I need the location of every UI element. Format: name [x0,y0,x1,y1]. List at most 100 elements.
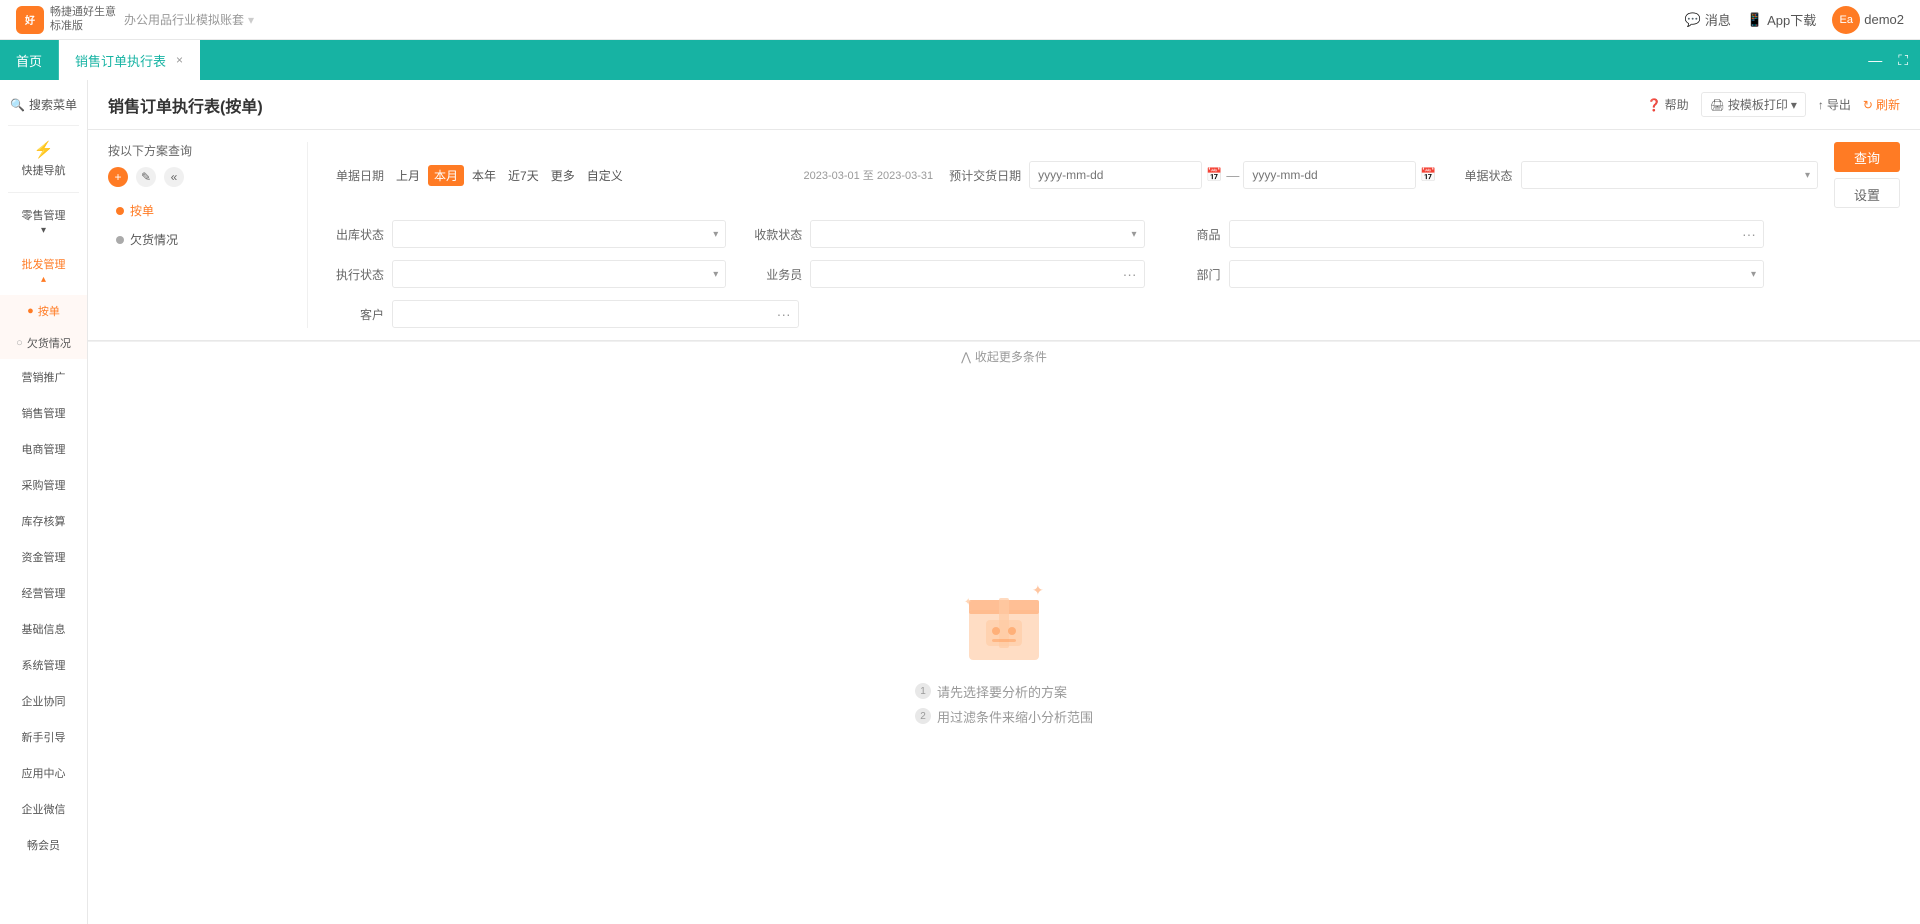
sidebar-item-member[interactable]: 畅会员 [0,827,87,863]
customer-input[interactable] [392,300,799,328]
this-month-shortcut[interactable]: 本月 [428,165,464,186]
calendar-start-icon[interactable]: 📅 [1206,167,1222,183]
customer-more-icon[interactable]: ··· [777,306,791,322]
logo-text: 畅捷通好生意 标准版 [50,6,116,32]
tab-maximize-icon[interactable]: ⛶ [1894,48,1912,73]
salesperson-more-icon[interactable]: ··· [1123,266,1137,282]
dept-control: ▾ [1229,260,1764,288]
payment-status-select[interactable] [810,220,1144,248]
page-header: 销售订单执行表(按单) ❓ 帮助 🖨 按模板打印 ▾ ↑ 导出 ↻ 刷新 [88,80,1920,130]
filter-item-dept: 部门 ▾ [1161,260,1764,288]
page-header-actions: ❓ 帮助 🖨 按模板打印 ▾ ↑ 导出 ↻ 刷新 [1647,92,1900,117]
message-button[interactable]: 💬 消息 [1685,10,1731,29]
status-select[interactable] [1521,161,1818,189]
sidebar-item-quick-nav[interactable]: ⚡ 快捷导航 [0,130,87,188]
date-range-display: 2023-03-01 至 2023-03-31 [803,167,933,183]
date-shortcuts: 上月 本月 本年 近7天 更多 自定义 [392,165,795,186]
expected-date-start-input[interactable] [1029,161,1202,189]
sidebar-item-wholesale[interactable]: 批发管理 ▴ [0,246,87,295]
salesperson-label: 业务员 [742,266,802,283]
dept-label: 部门 [1161,266,1221,283]
sidebar-item-ecommerce[interactable]: 电商管理 [0,431,87,467]
tab-minimize-icon[interactable]: — [1864,48,1886,72]
sidebar-item-retail[interactable]: 零售管理 ▾ [0,197,87,246]
sidebar-item-enterprise[interactable]: 企业协同 [0,683,87,719]
sidebar-item-finance[interactable]: 资金管理 [0,539,87,575]
sidebar-sub-item-order[interactable]: ● 按单 [0,295,87,327]
goods-more-icon[interactable]: ··· [1742,226,1756,242]
empty-hint-2: 2 用过滤条件来缩小分析范围 [915,707,1093,726]
date-separator: — [1226,168,1239,183]
filter-item-date: 单据日期 上月 本月 本年 近7天 更多 自定义 [324,165,933,186]
custom-shortcut[interactable]: 自定义 [583,165,627,186]
expected-date-range: 📅 — 📅 [1029,161,1436,189]
more-shortcut[interactable]: 更多 [547,165,579,186]
top-bar-left: 好 畅捷通好生意 标准版 办公用品行业模拟账套 ▾ [16,6,254,34]
top-bar-right: 💬 消息 📱 App下载 Ea demo2 [1685,6,1904,34]
collapse-bar[interactable]: ⋀ 收起更多条件 [88,341,1920,371]
last-month-shortcut[interactable]: 上月 [392,165,424,186]
filter-right: 单据日期 上月 本月 本年 近7天 更多 自定义 [324,142,1900,328]
print-button[interactable]: 🖨 按模板打印 ▾ [1701,92,1806,117]
app-download-button[interactable]: 📱 App下载 [1747,10,1816,29]
sidebar-item-appcenter[interactable]: 应用中心 [0,755,87,791]
scheme-item-stock[interactable]: 欠货情况 [108,226,291,253]
sidebar-item-purchase[interactable]: 采购管理 [0,467,87,503]
wholesale-arrow-icon: ▴ [41,274,46,285]
payment-status-label: 收款状态 [742,226,802,243]
last7days-shortcut[interactable]: 近7天 [504,165,543,186]
sidebar: 🔍 搜索菜单 ⚡ 快捷导航 零售管理 ▾ 批发管理 ▴ ● 按单 [0,80,88,924]
sidebar-divider [8,125,79,126]
edit-scheme-button[interactable]: ✎ [136,167,156,187]
user-avatar[interactable]: Ea demo2 [1832,6,1904,34]
sidebar-item-system[interactable]: 系统管理 [0,647,87,683]
sidebar-item-inventory[interactable]: 库存核算 [0,503,87,539]
scheme-item-order[interactable]: 按单 [108,197,291,224]
filter-left-actions: + ✎ « [108,167,291,187]
sidebar-search[interactable]: 🔍 搜索菜单 [0,88,87,121]
sidebar-item-basic[interactable]: 基础信息 [0,611,87,647]
sidebar-item-operations[interactable]: 经营管理 [0,575,87,611]
export-button[interactable]: ↑ 导出 [1818,96,1851,113]
tab-close-icon[interactable]: × [176,53,183,67]
exec-status-control: ▾ [392,260,726,288]
tab-sales-order[interactable]: 销售订单执行表 × [59,40,200,80]
filter-item-delivery: 出库状态 ▾ [324,220,726,248]
filter-item-payment: 收款状态 ▾ [742,220,1144,248]
filter-item-goods: 商品 ··· [1161,220,1764,248]
empty-svg: ✦ ✦ [954,570,1054,670]
setting-button[interactable]: 设置 [1834,178,1900,208]
calendar-end-icon[interactable]: 📅 [1420,167,1436,183]
exec-status-label: 执行状态 [324,266,384,283]
delivery-status-label: 出库状态 [324,226,384,243]
empty-image: ✦ ✦ [954,570,1054,670]
tab-home[interactable]: 首页 [0,40,59,80]
sidebar-item-sales[interactable]: 销售管理 [0,395,87,431]
expected-date-end-input[interactable] [1243,161,1416,189]
filter-rows: 单据日期 上月 本月 本年 近7天 更多 自定义 [324,142,1900,328]
dept-select[interactable] [1229,260,1764,288]
search-button[interactable]: 查询 [1834,142,1900,172]
sidebar-sub-item-stock[interactable]: ○ 欠货情况 [0,327,87,359]
quick-nav-icon: ⚡ [34,140,54,160]
exec-status-select[interactable] [392,260,726,288]
help-button[interactable]: ❓ 帮助 [1647,96,1689,113]
status-label: 单据状态 [1453,167,1513,184]
customer-label: 客户 [324,306,384,323]
sidebar-item-newguide[interactable]: 新手引导 [0,719,87,755]
collapse-scheme-button[interactable]: « [164,167,184,187]
sidebar-item-corpwechat[interactable]: 企业微信 [0,791,87,827]
delivery-status-select[interactable] [392,220,726,248]
mobile-icon: 📱 [1747,12,1763,28]
refresh-button[interactable]: ↻ 刷新 [1863,96,1900,113]
empty-hint-1: 1 请先选择要分析的方案 [915,682,1093,701]
top-bar: 好 畅捷通好生意 标准版 办公用品行业模拟账套 ▾ 💬 消息 📱 App下载 E… [0,0,1920,40]
hint-1-num: 1 [915,683,931,699]
salesperson-input[interactable] [810,260,1144,288]
data-area: ✦ ✦ 1 请先选择要分析的方案 2 [88,371,1920,924]
this-year-shortcut[interactable]: 本年 [468,165,500,186]
goods-input[interactable] [1229,220,1764,248]
print-dropdown-icon: ▾ [1791,98,1797,112]
sidebar-item-marketing[interactable]: 营销推广 [0,359,87,395]
add-scheme-button[interactable]: + [108,167,128,187]
